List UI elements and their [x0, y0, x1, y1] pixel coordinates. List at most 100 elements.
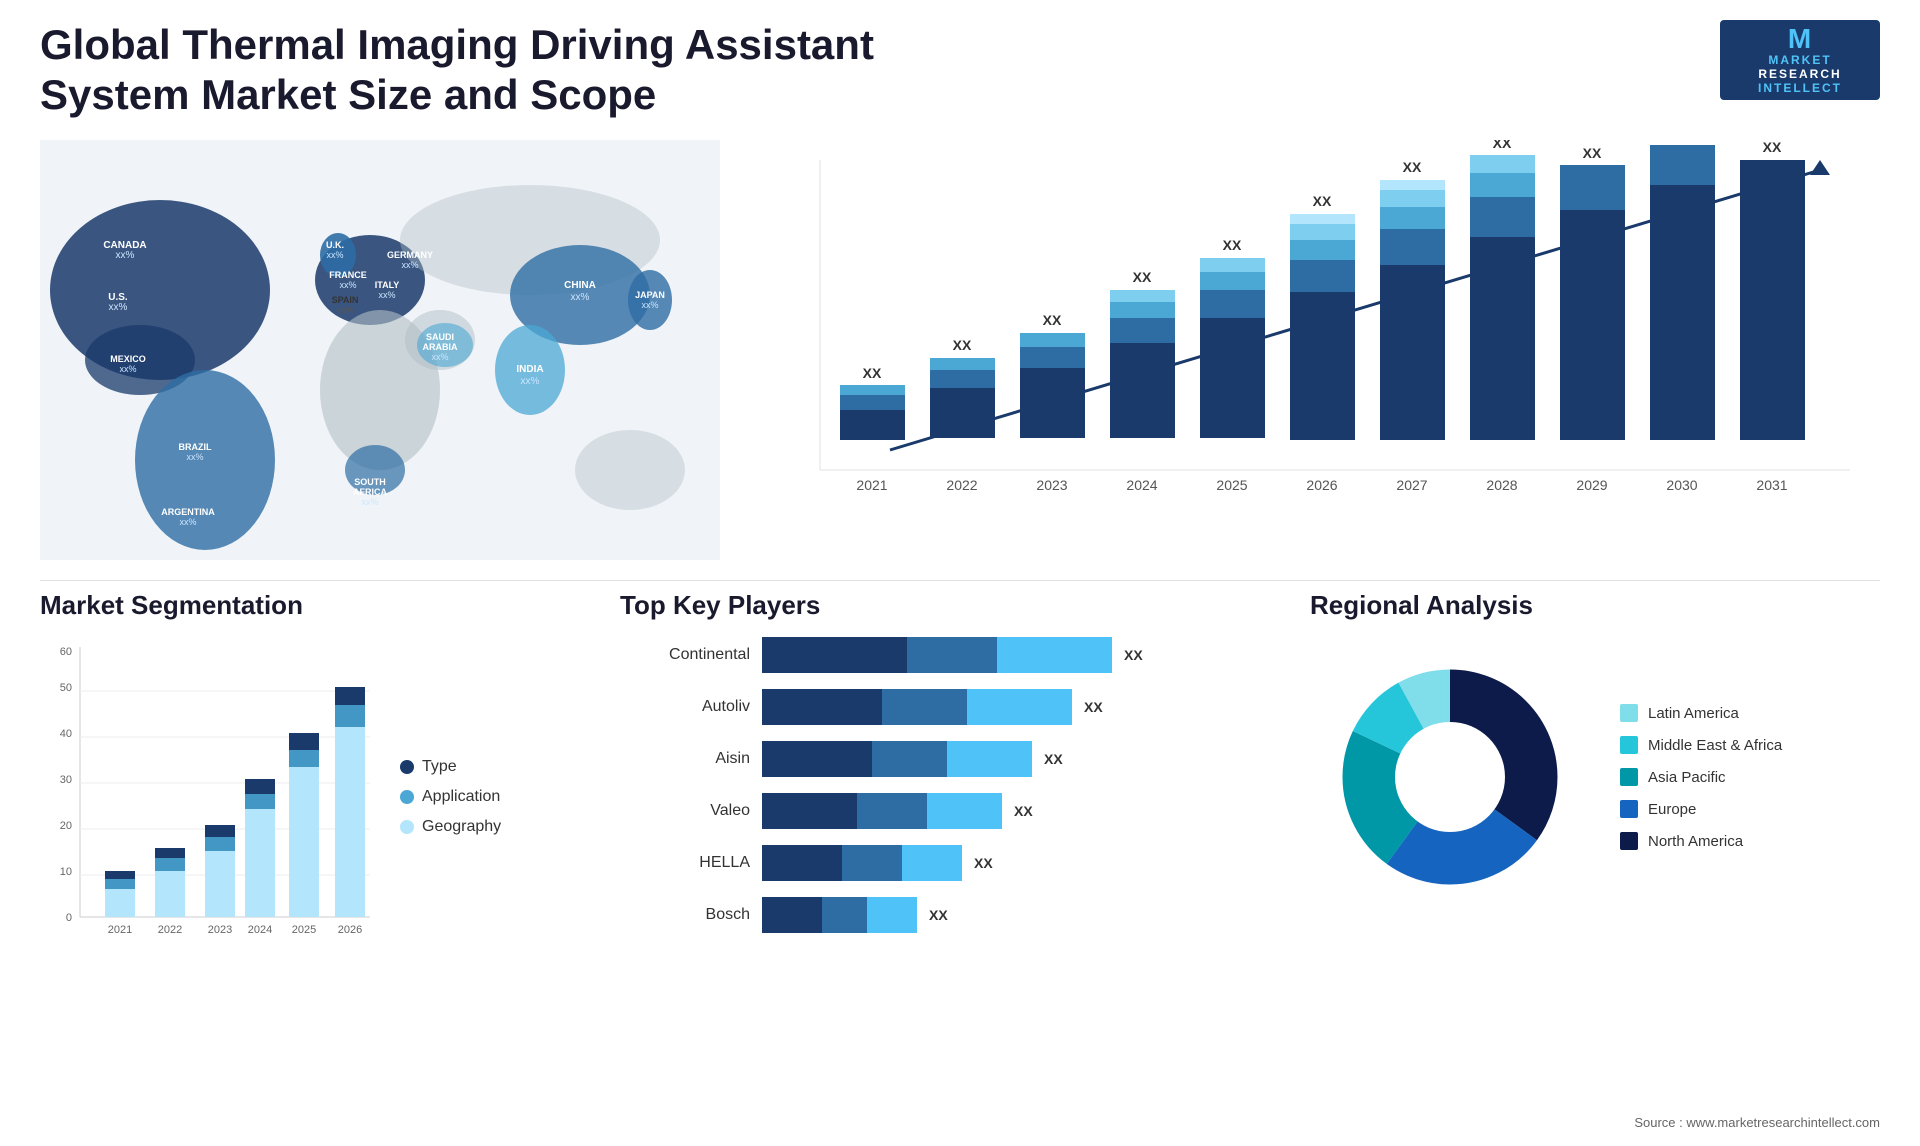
player-bar-autoliv: XX	[762, 689, 1280, 725]
legend-asia-pacific-label: Asia Pacific	[1648, 769, 1726, 786]
svg-text:XX: XX	[1493, 140, 1512, 151]
player-bar-continental: XX	[762, 637, 1280, 673]
svg-text:xx%: xx%	[109, 302, 128, 313]
legend-asia-pacific-color	[1620, 768, 1638, 786]
svg-text:2027: 2027	[1396, 477, 1427, 493]
player-row-valeo: Valeo XX	[620, 793, 1280, 829]
svg-text:XX: XX	[1133, 269, 1152, 285]
legend-middle-east-label: Middle East & Africa	[1648, 737, 1782, 754]
player-row-bosch: Bosch XX	[620, 897, 1280, 933]
player-bar-bosch: XX	[762, 897, 1280, 933]
legend-latin-america-label: Latin America	[1648, 705, 1739, 722]
svg-text:2025: 2025	[1216, 477, 1247, 493]
svg-text:xx%: xx%	[186, 452, 203, 462]
svg-text:xx%: xx%	[521, 376, 540, 387]
svg-text:2030: 2030	[1666, 477, 1697, 493]
player-value-hella: XX	[974, 855, 993, 871]
divider	[40, 580, 1880, 581]
svg-text:AFRICA: AFRICA	[353, 487, 387, 497]
svg-text:ARGENTINA: ARGENTINA	[161, 507, 215, 517]
svg-text:INDIA: INDIA	[516, 364, 543, 375]
svg-text:2024: 2024	[1126, 477, 1157, 493]
svg-text:xx%: xx%	[378, 290, 395, 300]
svg-text:2021: 2021	[856, 477, 887, 493]
svg-text:XX: XX	[1043, 312, 1062, 328]
legend-latin-america-color	[1620, 704, 1638, 722]
svg-text:2024: 2024	[248, 924, 272, 936]
legend-europe-label: Europe	[1648, 801, 1696, 818]
player-row-aisin: Aisin XX	[620, 741, 1280, 777]
svg-text:2029: 2029	[1576, 477, 1607, 493]
player-value-valeo: XX	[1014, 803, 1033, 819]
svg-text:2025: 2025	[292, 924, 316, 936]
player-value-aisin: XX	[1044, 751, 1063, 767]
svg-text:GERMANY: GERMANY	[387, 250, 433, 260]
svg-text:xx%: xx%	[179, 517, 196, 527]
player-bar-hella: XX	[762, 845, 1280, 881]
logo-letter: M	[1788, 25, 1812, 53]
svg-text:SPAIN: SPAIN	[332, 295, 359, 305]
segmentation-chart: 0 10 20 30 40 50 60 2021 2022 2023 2024 …	[40, 637, 380, 957]
svg-text:xx%: xx%	[326, 250, 343, 260]
svg-text:xx%: xx%	[336, 305, 353, 315]
player-bar-aisin: XX	[762, 741, 1280, 777]
svg-text:MEXICO: MEXICO	[110, 354, 146, 364]
logo-line1: MARKET	[1768, 53, 1831, 67]
seg-chart-area: 0 10 20 30 40 50 60 2021 2022 2023 2024 …	[40, 637, 600, 957]
svg-text:20: 20	[60, 820, 72, 832]
player-name-bosch: Bosch	[620, 906, 750, 924]
svg-text:CHINA: CHINA	[564, 280, 596, 291]
regional-title: Regional Analysis	[1310, 590, 1880, 621]
logo: M MARKET RESEARCH INTELLECT	[1720, 20, 1880, 100]
svg-text:2023: 2023	[1036, 477, 1067, 493]
player-row-continental: Continental XX	[620, 637, 1280, 673]
legend-app-dot	[400, 790, 414, 804]
player-name-valeo: Valeo	[620, 802, 750, 820]
legend-europe-color	[1620, 800, 1638, 818]
logo-area: M MARKET RESEARCH INTELLECT	[1720, 20, 1880, 100]
svg-text:ARABIA: ARABIA	[423, 342, 458, 352]
svg-text:xx%: xx%	[361, 497, 378, 507]
legend-application: Application	[400, 788, 501, 806]
svg-text:30: 30	[60, 774, 72, 786]
donut-chart	[1310, 637, 1590, 917]
svg-text:XX: XX	[1673, 140, 1692, 143]
legend-geo-label: Geography	[422, 818, 501, 836]
svg-text:40: 40	[60, 728, 72, 740]
player-name-autoliv: Autoliv	[620, 698, 750, 716]
legend-type: Type	[400, 758, 501, 776]
svg-text:10: 10	[60, 866, 72, 878]
legend-app-label: Application	[422, 788, 500, 806]
svg-text:0: 0	[66, 912, 72, 924]
segmentation-legend: Type Application Geography	[400, 758, 501, 836]
legend-geography: Geography	[400, 818, 501, 836]
bar-chart: XX 2021 XX 2022 XX 2023 XX 2024 XX 2025	[740, 140, 1880, 540]
key-players-section: Top Key Players Continental XX Autoliv X…	[620, 590, 1280, 1110]
legend-europe: Europe	[1620, 800, 1782, 818]
legend-latin-america: Latin America	[1620, 704, 1782, 722]
svg-text:xx%: xx%	[401, 260, 418, 270]
svg-text:xx%: xx%	[641, 300, 658, 310]
svg-text:2026: 2026	[1306, 477, 1337, 493]
legend-type-label: Type	[422, 758, 457, 776]
svg-text:XX: XX	[1763, 140, 1782, 155]
svg-text:U.K.: U.K.	[326, 240, 344, 250]
svg-text:BRAZIL: BRAZIL	[179, 442, 212, 452]
logo-line2: RESEARCH	[1758, 67, 1841, 81]
player-name-aisin: Aisin	[620, 750, 750, 768]
player-row-autoliv: Autoliv XX	[620, 689, 1280, 725]
svg-text:2021: 2021	[108, 924, 132, 936]
page-title: Global Thermal Imaging Driving Assistant…	[40, 20, 940, 121]
legend-asia-pacific: Asia Pacific	[1620, 768, 1782, 786]
svg-text:2028: 2028	[1486, 477, 1517, 493]
regional-legend: Latin America Middle East & Africa Asia …	[1620, 704, 1782, 850]
svg-text:xx%: xx%	[571, 292, 590, 303]
player-name-hella: HELLA	[620, 854, 750, 872]
svg-text:XX: XX	[953, 337, 972, 353]
legend-north-america-label: North America	[1648, 833, 1743, 850]
svg-text:XX: XX	[1223, 237, 1242, 253]
svg-text:2031: 2031	[1756, 477, 1787, 493]
player-name-continental: Continental	[620, 646, 750, 664]
svg-text:XX: XX	[1403, 159, 1422, 175]
bar-chart-section: XX 2021 XX 2022 XX 2023 XX 2024 XX 2025	[740, 140, 1880, 560]
